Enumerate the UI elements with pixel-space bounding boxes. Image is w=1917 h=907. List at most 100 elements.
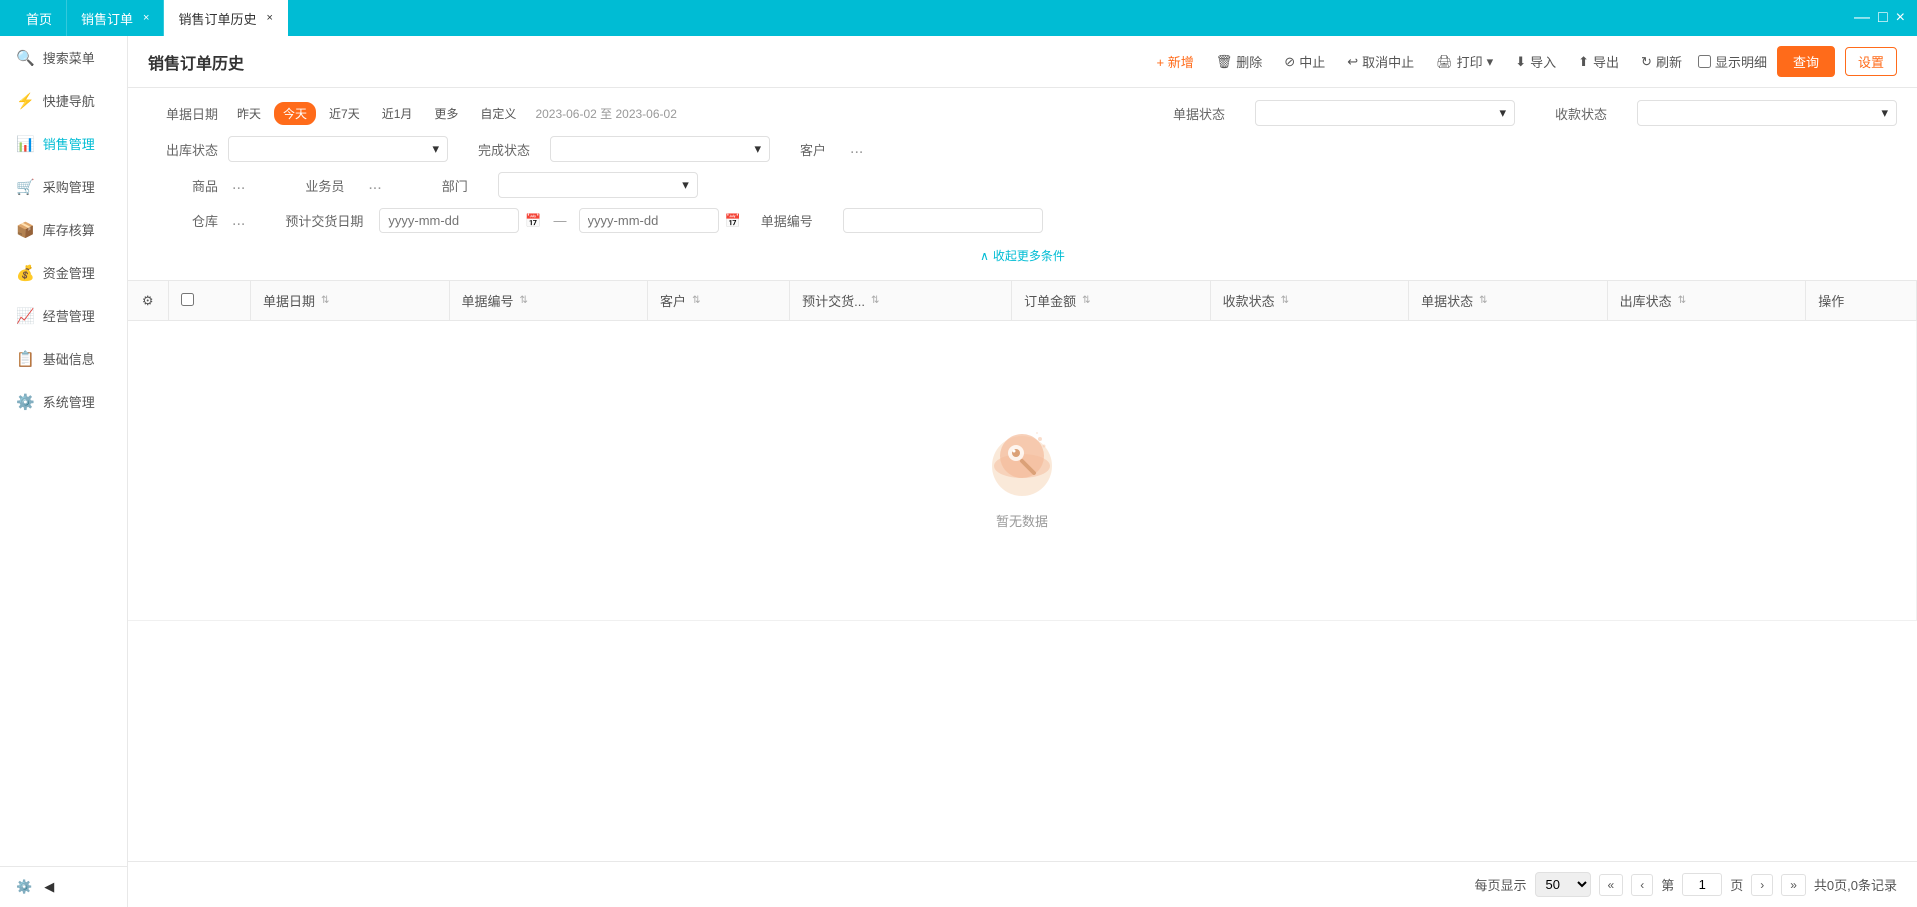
- th-delivery-date-sort-icon: ⇅: [871, 295, 879, 306]
- import-button-label: 导入: [1530, 52, 1556, 71]
- filter-area: 单据日期 昨天 今天 近7天 近1月 更多 自定义 2023-06-02 至 2…: [128, 88, 1917, 281]
- operations-icon: 📈: [16, 307, 35, 325]
- date-last1m-btn[interactable]: 近1月: [373, 102, 422, 125]
- complete-status-label: 完成状态: [478, 140, 540, 159]
- bill-status-label: 单据状态: [1173, 104, 1235, 123]
- delivery-date-to-cal-icon[interactable]: 📅: [725, 213, 741, 229]
- export-button[interactable]: ⬆ 导出: [1572, 48, 1625, 75]
- bill-status-select[interactable]: ▾: [1255, 100, 1515, 126]
- stop-button[interactable]: ⊘ 中止: [1278, 48, 1331, 75]
- last-page-button[interactable]: »: [1781, 874, 1806, 896]
- date-filter-value: 昨天 今天 近7天 近1月 更多 自定义 2023-06-02 至 2023-0…: [228, 102, 1173, 125]
- th-out-status[interactable]: 出库状态 ⇅: [1607, 281, 1806, 321]
- table-container: ⚙ 单据日期 ⇅ 单据编号: [128, 281, 1917, 861]
- th-bill-date-sort-icon: ⇅: [321, 295, 329, 306]
- next-page-button[interactable]: ›: [1751, 874, 1773, 896]
- th-actions-label: 操作: [1818, 294, 1844, 309]
- settings-button[interactable]: 设置: [1845, 47, 1897, 76]
- page-number-input[interactable]: [1682, 873, 1722, 896]
- th-settings[interactable]: ⚙: [128, 281, 168, 321]
- page-size-select[interactable]: 20 50 100: [1535, 872, 1591, 897]
- sidebar-item-inventory[interactable]: 📦 库存核算: [0, 208, 127, 251]
- out-status-select[interactable]: ▾: [228, 136, 448, 162]
- main-content: 销售订单历史 + 新增 🗑 删除 ⊘ 中止 ↩ 取消中止 🖨: [128, 36, 1917, 907]
- delivery-date-to[interactable]: [579, 208, 719, 233]
- product-label: 商品: [148, 176, 228, 195]
- print-icon: 🖨: [1436, 54, 1453, 70]
- print-button[interactable]: 🖨 打印 ▾: [1430, 48, 1499, 75]
- th-bill-no[interactable]: 单据编号 ⇅: [449, 281, 648, 321]
- department-dropdown-icon: ▾: [682, 177, 689, 193]
- out-status-label: 出库状态: [148, 140, 228, 159]
- query-button[interactable]: 查询: [1777, 46, 1835, 77]
- th-delivery-date[interactable]: 预计交货... ⇅: [790, 281, 1012, 321]
- th-customer[interactable]: 客户 ⇅: [648, 281, 790, 321]
- date-last7-btn[interactable]: 近7天: [320, 102, 369, 125]
- customer-select[interactable]: ...: [850, 140, 863, 158]
- delivery-date-from-cal-icon[interactable]: 📅: [525, 213, 541, 229]
- delete-button[interactable]: 🗑 删除: [1210, 48, 1269, 75]
- sidebar-collapse-icon[interactable]: ◀: [44, 879, 54, 895]
- date-custom-btn[interactable]: 自定义: [471, 102, 525, 125]
- sidebar: 🔍 搜索菜单 ⚡ 快捷导航 📊 销售管理 🛒 采购管理 📦 库存核算 💰 资金管…: [0, 36, 128, 907]
- toolbar: + 新增 🗑 删除 ⊘ 中止 ↩ 取消中止 🖨 打印 ▾: [1151, 46, 1897, 77]
- delete-button-label: 删除: [1236, 52, 1262, 71]
- filter-row-4: 仓库 ... 预计交货日期 📅 — 📅 单据编号: [148, 208, 1897, 233]
- delivery-date-from[interactable]: [379, 208, 519, 233]
- salesperson-select[interactable]: ...: [368, 176, 381, 194]
- warehouse-select[interactable]: ...: [232, 212, 245, 230]
- cancel-stop-button[interactable]: ↩ 取消中止: [1341, 48, 1420, 75]
- top-bar-right: — □ ×: [1854, 9, 1905, 27]
- filter-row-1: 单据日期 昨天 今天 近7天 近1月 更多 自定义 2023-06-02 至 2…: [148, 100, 1897, 126]
- sidebar-item-sys-mgmt[interactable]: ⚙️ 系统管理: [0, 380, 127, 423]
- prev-page-button[interactable]: ‹: [1631, 874, 1653, 896]
- sidebar-settings-icon[interactable]: ⚙️: [16, 879, 32, 895]
- sidebar-item-search-menu-label: 搜索菜单: [43, 48, 95, 67]
- th-payment-status[interactable]: 收款状态 ⇅: [1210, 281, 1409, 321]
- th-order-amount[interactable]: 订单金额 ⇅: [1012, 281, 1211, 321]
- th-bill-date[interactable]: 单据日期 ⇅: [251, 281, 450, 321]
- collapse-row[interactable]: ∧ 收起更多条件: [148, 243, 1897, 268]
- import-button[interactable]: ⬇ 导入: [1509, 48, 1562, 75]
- page-size-label: 每页显示: [1475, 875, 1527, 894]
- window-maximize-icon[interactable]: □: [1878, 9, 1888, 27]
- sidebar-item-purchase-mgmt[interactable]: 🛒 采购管理: [0, 165, 127, 208]
- tab-sales-order[interactable]: 销售订单 ×: [67, 0, 164, 36]
- tab-sales-order-history-close[interactable]: ×: [266, 12, 272, 24]
- table-settings-icon[interactable]: ⚙: [142, 293, 154, 308]
- complete-status-select[interactable]: ▾: [550, 136, 770, 162]
- payment-status-select[interactable]: ▾: [1637, 100, 1897, 126]
- sidebar-bottom: ⚙️ ◀: [0, 866, 127, 907]
- page-label: 第: [1661, 875, 1674, 894]
- sidebar-item-basic-info[interactable]: 📋 基础信息: [0, 337, 127, 380]
- date-today-btn[interactable]: 今天: [274, 102, 316, 125]
- th-bill-no-label: 单据编号: [462, 291, 514, 310]
- tab-sales-order-close[interactable]: ×: [143, 12, 149, 24]
- sidebar-item-quick-nav[interactable]: ⚡ 快捷导航: [0, 79, 127, 122]
- new-button[interactable]: + 新增: [1151, 48, 1200, 75]
- window-minimize-icon[interactable]: —: [1854, 9, 1870, 27]
- layout: 🔍 搜索菜单 ⚡ 快捷导航 📊 销售管理 🛒 采购管理 📦 库存核算 💰 资金管…: [0, 36, 1917, 907]
- tab-home[interactable]: 首页: [12, 0, 67, 36]
- first-page-button[interactable]: «: [1599, 874, 1624, 896]
- sidebar-item-sales-mgmt[interactable]: 📊 销售管理: [0, 122, 127, 165]
- date-separator: —: [554, 213, 567, 228]
- date-yesterday-btn[interactable]: 昨天: [228, 102, 270, 125]
- select-all-checkbox[interactable]: [181, 293, 194, 306]
- department-select[interactable]: ▾: [498, 172, 698, 198]
- sidebar-item-search-menu[interactable]: 🔍 搜索菜单: [0, 36, 127, 79]
- show-detail-checkbox[interactable]: [1698, 55, 1711, 68]
- window-close-icon[interactable]: ×: [1896, 9, 1905, 27]
- product-select[interactable]: ...: [232, 176, 245, 194]
- page-unit: 页: [1730, 875, 1743, 894]
- bill-no-input[interactable]: [843, 208, 1043, 233]
- sidebar-item-operations[interactable]: 📈 经营管理: [0, 294, 127, 337]
- refresh-button[interactable]: ↻ 刷新: [1635, 48, 1688, 75]
- sidebar-item-purchase-mgmt-label: 采购管理: [43, 177, 95, 196]
- date-more-btn[interactable]: 更多: [425, 102, 467, 125]
- tab-sales-order-history[interactable]: 销售订单历史 ×: [164, 0, 287, 36]
- sidebar-item-finance[interactable]: 💰 资金管理: [0, 251, 127, 294]
- tab-home-label: 首页: [26, 9, 52, 28]
- th-bill-status[interactable]: 单据状态 ⇅: [1409, 281, 1608, 321]
- print-dropdown-icon: ▾: [1487, 54, 1494, 70]
